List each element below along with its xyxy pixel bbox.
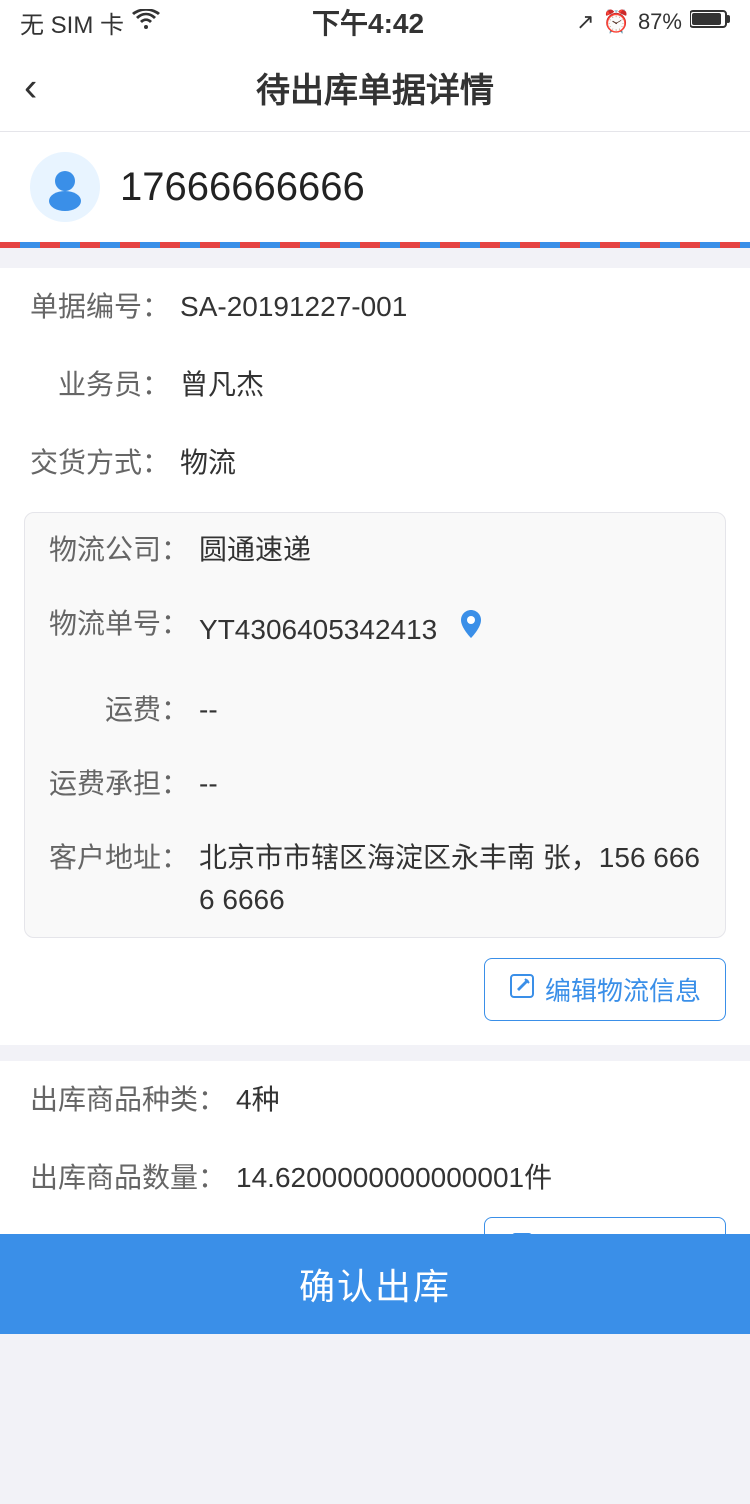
goods-quantity-label: 出库商品数量： bbox=[30, 1157, 226, 1199]
delivery-value: 物流 bbox=[180, 442, 720, 484]
address-row: 客户地址： 北京市市辖区海淀区永丰南 张，156 6666 6666 bbox=[25, 821, 725, 937]
delivery-row: 交货方式： 物流 bbox=[0, 424, 750, 502]
logistics-card: 物流公司： 圆通速递 物流单号： YT4306405342413 bbox=[24, 512, 726, 938]
confirm-btn-bar[interactable]: 确认出库 bbox=[0, 1234, 750, 1334]
alarm-icon: ⏰ bbox=[603, 9, 630, 35]
goods-types-row: 出库商品种类： 4种 bbox=[0, 1061, 750, 1139]
logistics-company-row: 物流公司： 圆通速递 bbox=[25, 513, 725, 587]
status-left: 无 SIM 卡 bbox=[20, 5, 160, 40]
goods-quantity-value: 14.6200000000000001件 bbox=[236, 1157, 720, 1199]
carrier-label: 无 SIM 卡 bbox=[20, 5, 124, 40]
salesperson-row: 业务员： 曾凡杰 bbox=[0, 346, 750, 424]
edit-logistics-button[interactable]: 编辑物流信息 bbox=[484, 958, 726, 1021]
bottom-spacer bbox=[0, 1304, 750, 1504]
status-right: ↗ ⏰ 87% bbox=[576, 9, 730, 35]
order-no-label: 单据编号： bbox=[30, 286, 170, 328]
logistics-tracking-value: YT4306405342413 bbox=[199, 603, 701, 657]
address-value: 北京市市辖区海淀区永丰南 张，156 6666 6666 bbox=[199, 837, 701, 921]
location-icon: ↗ bbox=[576, 9, 594, 35]
freight-value: -- bbox=[199, 689, 701, 731]
address-label: 客户地址： bbox=[49, 837, 189, 879]
goods-types-value: 4种 bbox=[236, 1079, 720, 1121]
back-button[interactable]: ‹ bbox=[24, 65, 37, 110]
edit-logistics-label: 编辑物流信息 bbox=[545, 971, 701, 1008]
status-time: 下午4:42 bbox=[312, 2, 424, 42]
confirm-btn-label: 确认出库 bbox=[299, 1258, 451, 1310]
battery-label: 87% bbox=[638, 9, 682, 35]
freight-row: 运费： -- bbox=[25, 673, 725, 747]
edit-btn-row: 编辑物流信息 bbox=[0, 958, 750, 1045]
logistics-company-label: 物流公司： bbox=[49, 529, 189, 571]
tracking-number: YT4306405342413 bbox=[199, 609, 437, 651]
map-pin-icon[interactable] bbox=[453, 603, 489, 657]
section-divider-1 bbox=[0, 1045, 750, 1061]
logistics-company-value: 圆通速递 bbox=[199, 529, 701, 571]
goods-types-label: 出库商品种类： bbox=[30, 1079, 226, 1121]
wifi-icon bbox=[132, 8, 160, 36]
customer-avatar bbox=[30, 152, 100, 222]
salesperson-value: 曾凡杰 bbox=[180, 364, 720, 406]
nav-bar: ‹ 待出库单据详情 bbox=[0, 44, 750, 132]
order-no-value: SA-20191227-001 bbox=[180, 286, 720, 328]
goods-quantity-row: 出库商品数量： 14.6200000000000001件 bbox=[0, 1139, 750, 1217]
dashed-divider bbox=[0, 242, 750, 248]
customer-phone: 17666666666 bbox=[120, 165, 365, 210]
salesperson-label: 业务员： bbox=[30, 364, 170, 406]
freight-bear-row: 运费承担： -- bbox=[25, 747, 725, 821]
freight-label: 运费： bbox=[49, 689, 189, 731]
freight-bear-label: 运费承担： bbox=[49, 763, 189, 805]
status-bar: 无 SIM 卡 下午4:42 ↗ ⏰ 87% bbox=[0, 0, 750, 44]
order-no-row: 单据编号： SA-20191227-001 bbox=[0, 268, 750, 346]
customer-card: 17666666666 bbox=[0, 132, 750, 242]
freight-bear-value: -- bbox=[199, 763, 701, 805]
logistics-tracking-row: 物流单号： YT4306405342413 bbox=[25, 587, 725, 673]
logistics-tracking-label: 物流单号： bbox=[49, 603, 189, 645]
order-info-section: 单据编号： SA-20191227-001 业务员： 曾凡杰 交货方式： 物流 … bbox=[0, 268, 750, 1045]
edit-icon bbox=[509, 973, 535, 1006]
battery-icon bbox=[690, 9, 730, 35]
delivery-label: 交货方式： bbox=[30, 442, 170, 484]
page-title: 待出库单据详情 bbox=[256, 63, 494, 112]
